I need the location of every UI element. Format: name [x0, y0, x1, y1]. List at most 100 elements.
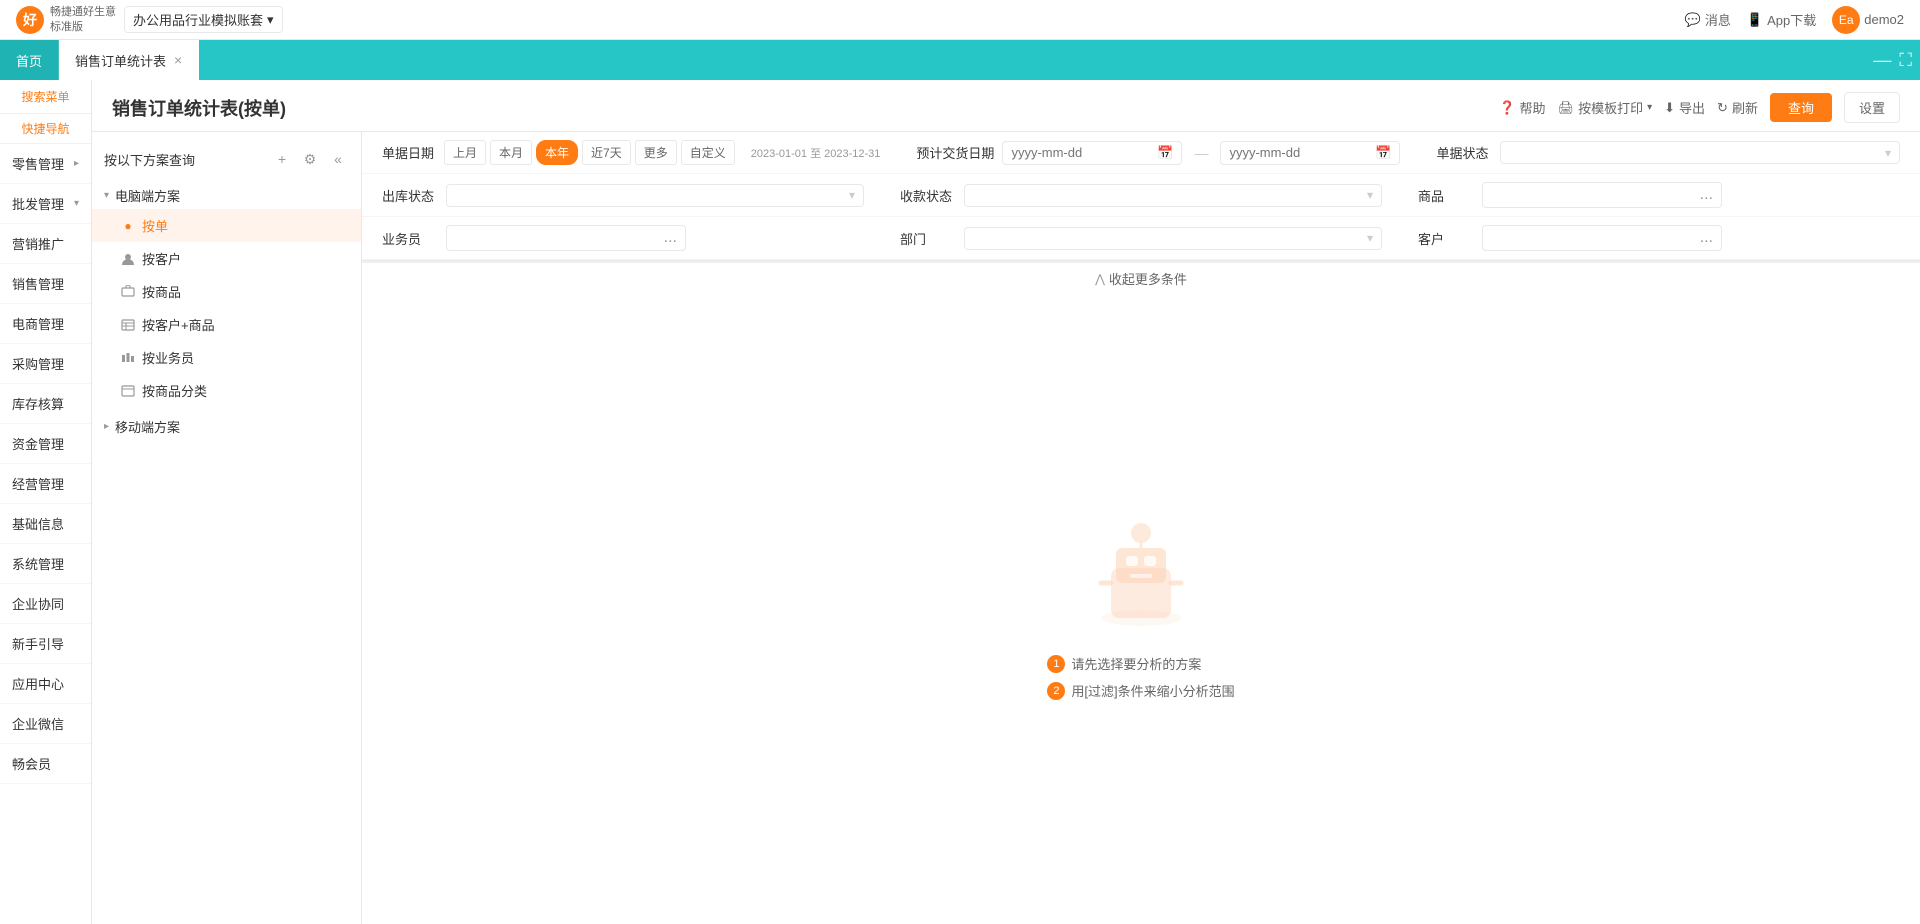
scheme-collapse-btn[interactable]: « — [327, 148, 349, 170]
filter-cell-expected-date: 预计交货日期 📅 — 📅 — [916, 141, 1400, 165]
dropdown-arrow-icon: ▾ — [1647, 102, 1652, 113]
scheme-pc-section: ▾ 电脑端方案 ● 按单 按客户 — [92, 182, 361, 407]
sidebar-item-basic-info[interactable]: 基础信息 — [0, 504, 91, 544]
dept-dropdown[interactable] — [973, 231, 1363, 246]
scheme-settings-btn[interactable]: ⚙ — [299, 148, 321, 170]
sidebar-item-ecommerce[interactable]: 电商管理 — [0, 304, 91, 344]
doc-status-dropdown[interactable] — [1509, 145, 1881, 160]
sidebar-item-wholesale[interactable]: 批发管理 ▾ — [0, 184, 91, 224]
sidebar-item-new-guide[interactable]: 新手引导 — [0, 624, 91, 664]
sidebar-item-enterprise-wechat[interactable]: 企业微信 — [0, 704, 91, 744]
refresh-icon: ↻ — [1717, 100, 1728, 116]
scheme-item-icon: ● — [120, 218, 136, 234]
date-btn-more[interactable]: 更多 — [635, 140, 677, 165]
sidebar-item-inventory[interactable]: 库存核算 — [0, 384, 91, 424]
out-status-dropdown[interactable] — [455, 188, 845, 203]
scheme-item-by-customer[interactable]: 按客户 — [92, 242, 361, 275]
scheme-item-by-goods[interactable]: 按商品 — [92, 275, 361, 308]
settings-btn[interactable]: 设置 — [1844, 92, 1900, 123]
query-btn[interactable]: 查询 — [1770, 93, 1832, 122]
sidebar-item-management[interactable]: 经营管理 — [0, 464, 91, 504]
scheme-item-by-salesman[interactable]: 按业务员 — [92, 341, 361, 374]
goods-search-input[interactable] — [1491, 188, 1700, 203]
empty-tips: 1 请先选择要分析的方案 2 用[过滤]条件来缩小分析范围 — [1047, 654, 1234, 700]
scheme-item-icon — [120, 383, 136, 399]
sidebar-item-enterprise-collab[interactable]: 企业协同 — [0, 584, 91, 624]
tab-home[interactable]: 首页 — [0, 40, 59, 80]
date-btn-custom[interactable]: 自定义 — [681, 140, 735, 165]
logo-area: 好 畅捷通好生意 标准版 — [16, 5, 116, 34]
top-bar-right: 💬 消息 📱 App下载 Ea demo2 — [1685, 6, 1904, 34]
section-collapsed-icon: ▸ — [104, 421, 109, 432]
print-icon: 🖨 — [1558, 100, 1575, 116]
expected-date-to-input[interactable] — [1229, 145, 1375, 160]
expected-date-from-input[interactable] — [1011, 145, 1157, 160]
salesman-input[interactable]: ... — [446, 225, 686, 251]
tab-bar-right: — ⛶ — [1873, 50, 1920, 71]
sidebar-item-sales[interactable]: 销售管理 — [0, 264, 91, 304]
chevron-down-icon-dept: ▾ — [1367, 231, 1373, 245]
refresh-btn[interactable]: ↻ 刷新 — [1717, 98, 1758, 117]
customer-more-icon[interactable]: ... — [1700, 229, 1713, 247]
date-btn-this-year[interactable]: 本年 — [536, 140, 578, 165]
scheme-item-by-order[interactable]: ● 按单 — [92, 209, 361, 242]
date-btn-7days[interactable]: 近7天 — [582, 140, 631, 165]
filter-row-2: 出库状态 ▾ 收款状态 ▾ — [362, 174, 1920, 217]
chevron-down-icon: ▾ — [267, 12, 274, 28]
filter-cell-salesman: 业务员 ... — [382, 225, 864, 251]
salesman-search-input[interactable] — [455, 231, 664, 246]
chevron-down-icon-status: ▾ — [1885, 146, 1891, 160]
customer-input[interactable]: ... — [1482, 225, 1722, 251]
tab-bar: 首页 销售订单统计表 × — ⛶ — [0, 40, 1920, 80]
collapse-filter-btn[interactable]: ⋀ 收起更多条件 — [1095, 269, 1187, 288]
goods-input[interactable]: ... — [1482, 182, 1722, 208]
app-download-btn[interactable]: 📱 App下载 — [1747, 10, 1816, 29]
expected-date-to[interactable]: 📅 — [1220, 141, 1400, 165]
scheme-item-icon — [120, 251, 136, 267]
date-btn-this-month[interactable]: 本月 — [490, 140, 532, 165]
main-layout: 搜索菜单 快捷导航 零售管理 ▸ 批发管理 ▾ 营销推广 销售管理 电商管理 采… — [0, 80, 1920, 924]
receipt-status-select[interactable]: ▾ — [964, 184, 1382, 207]
expected-date-from[interactable]: 📅 — [1002, 141, 1182, 165]
sidebar-item-member[interactable]: 畅会员 — [0, 744, 91, 784]
user-profile[interactable]: Ea demo2 — [1832, 6, 1904, 34]
salesman-more-icon[interactable]: ... — [664, 229, 677, 247]
sidebar-quick-nav[interactable]: 快捷导航 — [0, 114, 91, 144]
receipt-status-dropdown[interactable] — [973, 188, 1363, 203]
filter-cell-doc-status: 单据状态 ▾ — [1436, 141, 1900, 164]
print-btn[interactable]: 🖨 按模板打印 ▾ — [1558, 98, 1653, 117]
export-btn[interactable]: ⬇ 导出 — [1664, 98, 1705, 117]
scheme-item-icon — [120, 317, 136, 333]
help-btn[interactable]: ❓ 帮助 — [1499, 98, 1545, 117]
sidebar-item-app-center[interactable]: 应用中心 — [0, 664, 91, 704]
filter-row-3: 业务员 ... 部门 ▾ — [362, 217, 1920, 260]
tab-sales-order-stats[interactable]: 销售订单统计表 × — [59, 40, 199, 80]
scheme-item-by-goods-category[interactable]: 按商品分类 — [92, 374, 361, 407]
scheme-mobile-toggle[interactable]: ▸ 移动端方案 — [92, 413, 361, 440]
tab-expand-btn[interactable]: ⛶ — [1899, 50, 1912, 71]
tip-num-1: 1 — [1047, 655, 1065, 673]
tab-minimize-btn[interactable]: — — [1873, 50, 1891, 71]
export-icon: ⬇ — [1664, 100, 1675, 116]
tab-close-btn[interactable]: × — [174, 53, 182, 67]
sidebar-item-finance[interactable]: 资金管理 — [0, 424, 91, 464]
scheme-item-by-customer-goods[interactable]: 按客户+商品 — [92, 308, 361, 341]
dept-select[interactable]: ▾ — [964, 227, 1382, 250]
filter-rows-container: 单据日期 上月 本月 本年 近7天 更多 自定义 2023-01-0 — [362, 132, 1920, 261]
sidebar-search[interactable]: 搜索菜单 — [0, 80, 91, 114]
scheme-section-toggle[interactable]: ▾ 电脑端方案 — [92, 182, 361, 209]
message-btn[interactable]: 💬 消息 — [1685, 10, 1731, 29]
sidebar-item-marketing[interactable]: 营销推广 — [0, 224, 91, 264]
sidebar-item-system[interactable]: 系统管理 — [0, 544, 91, 584]
scheme-add-btn[interactable]: + — [271, 148, 293, 170]
out-status-select[interactable]: ▾ — [446, 184, 864, 207]
date-range-text: 2023-01-01 至 2023-12-31 — [751, 145, 881, 161]
sidebar-item-retail[interactable]: 零售管理 ▸ — [0, 144, 91, 184]
date-btn-last-month[interactable]: 上月 — [444, 140, 486, 165]
account-selector[interactable]: 办公用品行业模拟账套 ▾ — [124, 6, 283, 33]
customer-search-input[interactable] — [1491, 231, 1700, 246]
sidebar-item-purchase[interactable]: 采购管理 — [0, 344, 91, 384]
goods-more-icon[interactable]: ... — [1700, 186, 1713, 204]
doc-status-select[interactable]: ▾ — [1500, 141, 1900, 164]
sidebar: 搜索菜单 快捷导航 零售管理 ▸ 批发管理 ▾ 营销推广 销售管理 电商管理 采… — [0, 80, 92, 924]
